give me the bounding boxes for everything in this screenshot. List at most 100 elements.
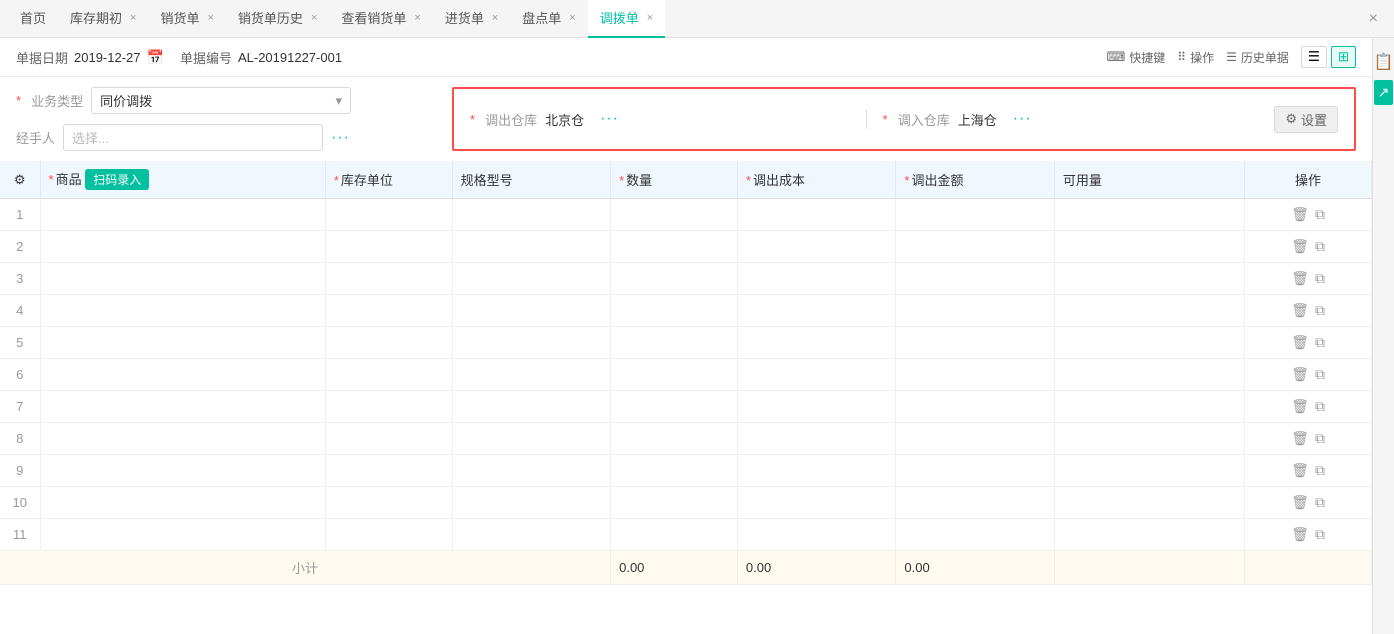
settings-area: * 业务类型 同价调拨 ▾ 经手人 选择... ··· — [0, 77, 1372, 161]
row-no: 10 — [0, 487, 40, 519]
tab-sales-history-label: 销货单历史 — [238, 8, 303, 27]
table-gear-icon[interactable]: ⚙ — [14, 172, 26, 187]
cost-cell[interactable] — [737, 199, 896, 231]
delete-icon[interactable]: 🗑 — [1291, 366, 1309, 383]
available-cell — [1054, 199, 1244, 231]
row-no: 4 — [0, 295, 40, 327]
copy-icon[interactable]: ⧉ — [1315, 238, 1325, 255]
delete-icon[interactable]: 🗑 — [1291, 430, 1309, 447]
row-no: 7 — [0, 391, 40, 423]
warehouse-out-value: 北京仓 — [545, 110, 584, 129]
tab-sales-order[interactable]: 销货单 × — [148, 0, 225, 38]
delete-icon[interactable]: 🗑 — [1291, 206, 1309, 223]
tab-transfer-close[interactable]: × — [647, 12, 653, 24]
business-type-required-marker: * — [16, 93, 21, 108]
tab-inventory-check-label: 盘点单 — [522, 8, 561, 27]
col-unit-header: *库存单位 — [325, 161, 452, 199]
qty-cell[interactable] — [611, 199, 738, 231]
copy-icon[interactable]: ⧉ — [1315, 206, 1325, 223]
copy-icon[interactable]: ⧉ — [1315, 302, 1325, 319]
table-row: 5 🗑 ⧉ — [0, 327, 1372, 359]
delete-icon[interactable]: 🗑 — [1291, 302, 1309, 319]
row-no: 5 — [0, 327, 40, 359]
copy-icon[interactable]: ⧉ — [1315, 494, 1325, 511]
col-gear-header[interactable]: ⚙ — [0, 161, 40, 199]
col-amount-header: *调出金额 — [896, 161, 1055, 199]
operations-button[interactable]: ⠿ 操作 — [1177, 49, 1214, 66]
spec-cell[interactable] — [452, 199, 611, 231]
tab-home[interactable]: 首页 — [8, 0, 58, 38]
delete-icon[interactable]: 🗑 — [1291, 270, 1309, 287]
tab-inventory-check-close[interactable]: × — [569, 12, 575, 24]
table-row: 6 🗑 ⧉ — [0, 359, 1372, 391]
tab-purchase-close[interactable]: × — [492, 12, 498, 24]
settings-button[interactable]: ⚙ 设置 — [1274, 106, 1338, 133]
layout-grid-button[interactable]: ⊞ — [1331, 46, 1356, 68]
history-button[interactable]: ☰ 历史单据 — [1226, 49, 1289, 66]
history-icon: ☰ — [1226, 50, 1237, 64]
copy-icon[interactable]: ⧉ — [1315, 366, 1325, 383]
product-cell[interactable] — [40, 199, 325, 231]
tab-inventory-check[interactable]: 盘点单 × — [510, 0, 587, 38]
handler-label: 经手人 — [16, 128, 55, 147]
tab-view-sales-close[interactable]: × — [414, 12, 420, 24]
shortcuts-label: 快捷键 — [1129, 49, 1165, 66]
warehouse-in-required: * — [883, 112, 888, 127]
shortcuts-button[interactable]: ⌨ 快捷键 — [1107, 49, 1166, 66]
delete-icon[interactable]: 🗑 — [1291, 238, 1309, 255]
copy-icon[interactable]: ⧉ — [1315, 462, 1325, 479]
col-spec-header: 规格型号 — [452, 161, 611, 199]
tab-sales-history-close[interactable]: × — [311, 12, 317, 24]
qty-required-marker: * — [619, 173, 624, 188]
table-row: 1🗑⧉ — [0, 199, 1372, 231]
tab-sales-order-close[interactable]: × — [207, 12, 213, 24]
settings-label: 设置 — [1301, 110, 1327, 129]
tab-sales-order-label: 销货单 — [160, 8, 199, 27]
sidebar-expand-icon[interactable]: ↗ — [1374, 80, 1394, 105]
calendar-icon[interactable]: 📅 — [147, 49, 164, 66]
table-scroll-area[interactable]: ⚙ *商品 扫码录入 *库存单位 规格型号 *数量 — [0, 161, 1372, 634]
delete-icon[interactable]: 🗑 — [1291, 334, 1309, 351]
delete-icon[interactable]: 🗑 — [1291, 398, 1309, 415]
delete-icon[interactable]: 🗑 — [1291, 494, 1309, 511]
row-no: 6 — [0, 359, 40, 391]
copy-icon[interactable]: ⧉ — [1315, 398, 1325, 415]
copy-icon[interactable]: ⧉ — [1315, 430, 1325, 447]
subtotal-label: 小计 — [292, 561, 318, 576]
tab-inventory-init[interactable]: 库存期初 × — [58, 0, 148, 38]
copy-icon[interactable]: ⧉ — [1315, 526, 1325, 543]
tab-sales-history[interactable]: 销货单历史 × — [226, 0, 329, 38]
handler-select[interactable]: 选择... — [63, 124, 323, 151]
col-ops-header: 操作 — [1245, 161, 1372, 199]
warehouse-out-required: * — [470, 112, 475, 127]
items-table: ⚙ *商品 扫码录入 *库存单位 规格型号 *数量 — [0, 161, 1372, 585]
toolbar: 单据日期 2019-12-27 📅 单据编号 AL-20191227-001 ⌨… — [0, 38, 1372, 77]
tab-view-sales[interactable]: 查看销货单 × — [329, 0, 432, 38]
table-row: 2🗑⧉ — [0, 231, 1372, 263]
warehouse-in-more-button[interactable]: ··· — [1013, 110, 1032, 128]
amount-cell[interactable] — [896, 199, 1055, 231]
table-row: 11🗑⧉ — [0, 519, 1372, 551]
copy-icon[interactable]: ⧉ — [1315, 270, 1325, 287]
handler-more-button[interactable]: ··· — [331, 129, 350, 147]
scan-entry-button[interactable]: 扫码录入 — [85, 169, 149, 190]
tab-inventory-init-close[interactable]: × — [130, 12, 136, 24]
delete-icon[interactable]: 🗑 — [1291, 526, 1309, 543]
window-close-button[interactable]: × — [1361, 6, 1386, 32]
layout-list-button[interactable]: ☰ — [1301, 46, 1327, 68]
tab-purchase[interactable]: 进货单 × — [433, 0, 510, 38]
tab-transfer[interactable]: 调拨单 × — [588, 0, 665, 38]
delete-icon[interactable]: 🗑 — [1291, 462, 1309, 479]
business-type-select[interactable]: 同价调拨 ▾ — [91, 87, 351, 114]
warehouse-out-more-button[interactable]: ··· — [600, 110, 619, 128]
main-content: 单据日期 2019-12-27 📅 单据编号 AL-20191227-001 ⌨… — [0, 38, 1394, 634]
col-product-header: *商品 扫码录入 — [40, 161, 325, 199]
sidebar-doc-icon[interactable]: 📋 — [1372, 48, 1394, 76]
gear-icon: ⚙ — [1285, 111, 1297, 127]
row-no: 3 — [0, 263, 40, 295]
tab-purchase-label: 进货单 — [445, 8, 484, 27]
business-type-label: 业务类型 — [31, 91, 83, 110]
copy-icon[interactable]: ⧉ — [1315, 334, 1325, 351]
table-row: 4 🗑 ⧉ — [0, 295, 1372, 327]
unit-cell[interactable] — [325, 199, 452, 231]
